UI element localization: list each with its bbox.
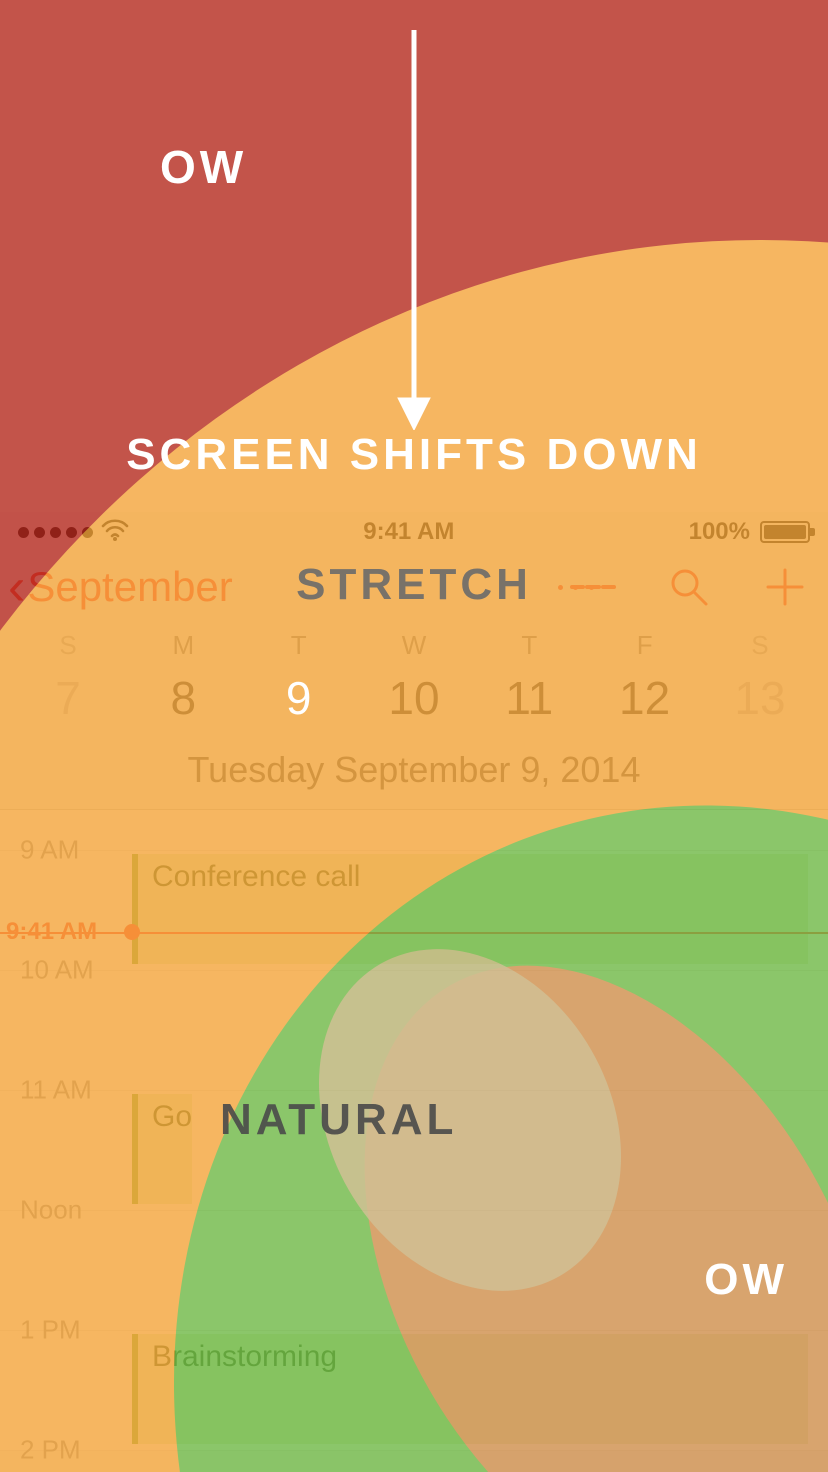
calendar-event[interactable]: Brainstorming [132,1334,808,1444]
signal-dots-icon [18,527,93,538]
zone-label-ow: OW [704,1255,788,1305]
hour-label: 11 AM [20,1075,92,1106]
status-left [18,517,129,548]
hour-label: 1 PM [20,1315,81,1346]
weekday-abbr: W [374,630,454,661]
weekday-abbr: M [143,630,223,661]
hour-label: 2 PM [20,1435,81,1466]
status-bar: 9:41 AM 100% [0,512,828,552]
zone-label-ow: OW [160,140,247,194]
date-cell[interactable]: 7 [28,671,108,725]
now-indicator-dot [124,924,140,940]
date-cell[interactable]: 11 [489,671,569,725]
diagram-canvas: 9:41 AM 100% ‹ September S [0,0,828,1472]
hour-label: Noon [20,1195,82,1226]
full-date: Tuesday September 9, 2014 [0,739,828,810]
weekday-abbr: T [259,630,339,661]
zone-label-stretch: STRETCH [0,560,828,610]
weekday-abbr: T [489,630,569,661]
date-cell[interactable]: 13 [720,671,800,725]
date-cell[interactable]: 8 [143,671,223,725]
weekday-abbr: S [720,630,800,661]
date-cell[interactable]: 10 [374,671,454,725]
battery-icon [760,521,810,543]
battery-percent: 100% [689,518,750,546]
status-time: 9:41 AM [363,518,454,546]
date-cell-selected[interactable]: 9 [259,671,339,725]
date-row: 7 8 9 10 11 12 13 [0,661,828,739]
down-arrow-icon [392,30,436,435]
phone-screen: 9:41 AM 100% ‹ September S [0,512,828,1472]
week-header: S M T W T F S [0,622,828,661]
calendar-event[interactable]: Conference call [132,854,808,964]
shift-caption: SCREEN SHIFTS DOWN [0,430,828,480]
weekday-abbr: S [28,630,108,661]
weekday-abbr: F [605,630,685,661]
hour-label: 9 AM [20,835,79,866]
zone-label-natural: NATURAL [220,1095,457,1145]
calendar-event[interactable]: Go [132,1094,192,1204]
wifi-icon [101,517,129,548]
hour-label: 10 AM [20,955,94,986]
now-indicator-label: 9:41 AM [6,918,97,946]
date-cell[interactable]: 12 [605,671,685,725]
status-right: 100% [689,518,810,546]
